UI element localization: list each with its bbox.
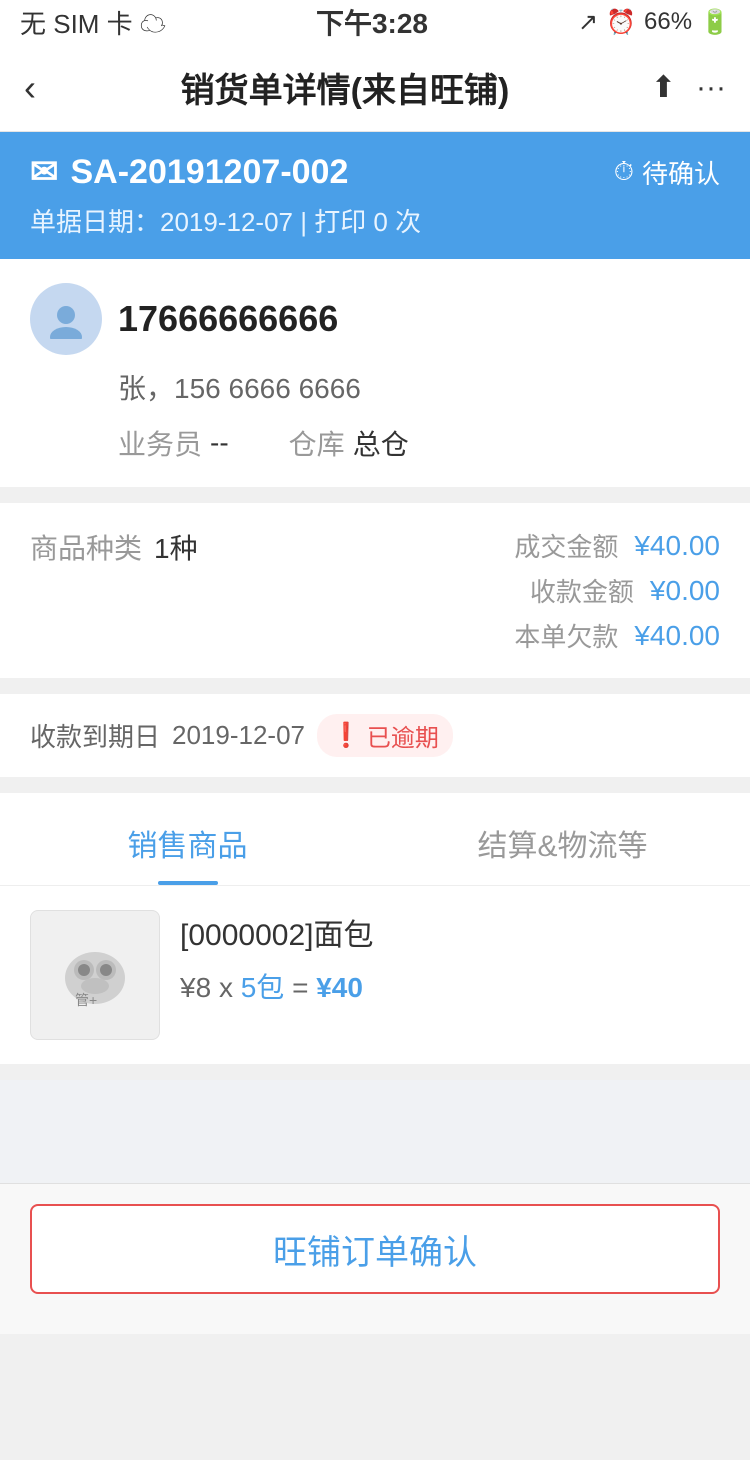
battery-icon: 🔋 [700, 8, 730, 37]
location-icon: ↗ [578, 8, 598, 37]
order-id-text: SA-20191207-002 [71, 153, 349, 192]
multiply-sign: x [219, 972, 233, 1003]
customer-section: 17666666666 张，156 6666 6666 业务员 -- 仓库 总仓 [0, 259, 750, 487]
svg-text:管+: 管+ [75, 992, 97, 1008]
back-button[interactable]: ‹ [24, 67, 84, 109]
amount-value-1: ¥0.00 [650, 575, 720, 607]
sales-value: -- [210, 427, 229, 459]
amount-label-1: 收款金额 [530, 572, 634, 609]
sales-label: 业务员 [118, 423, 202, 463]
overdue-icon: ❗ [331, 721, 361, 750]
product-thumbnail: 管+ [30, 910, 160, 1040]
more-icon[interactable]: ··· [696, 71, 726, 105]
nav-actions: ⬆ ··· [606, 70, 726, 105]
battery-level: 66% [644, 8, 692, 36]
amount-label-2: 本单欠款 [514, 617, 618, 654]
overdue-badge: ❗ 已逾期 [317, 714, 453, 757]
tab-settlement-label: 结算&物流等 [477, 830, 647, 863]
status-bar: 无 SIM 卡 ☁ 下午3:28 ↗ ⏰ 66% 🔋 [0, 0, 750, 44]
status-right: ↗ ⏰ 66% 🔋 [578, 8, 730, 37]
confirm-button-label: 旺铺订单确认 [273, 1225, 477, 1274]
warehouse-label: 仓库 [289, 423, 345, 463]
bottom-area: 旺铺订单确认 [0, 1183, 750, 1334]
export-icon[interactable]: ⬆ [651, 70, 676, 105]
tabs-section: 销售商品 结算&物流等 [0, 793, 750, 886]
order-banner: ✉ SA-20191207-002 ⏱ 待确认 单据日期：2019-12-07 … [0, 132, 750, 259]
warehouse-meta: 仓库 总仓 [289, 423, 409, 463]
qty-value: 5包 [241, 972, 285, 1003]
status-time: 下午3:28 [316, 2, 428, 42]
amount-value-2: ¥40.00 [634, 620, 720, 652]
customer-phone: 17666666666 [118, 298, 338, 340]
confirm-button[interactable]: 旺铺订单确认 [30, 1204, 720, 1294]
tab-products-label: 销售商品 [128, 830, 248, 863]
amount-row-2: 本单欠款 ¥40.00 [514, 617, 720, 654]
summary-left: 商品种类 1种 [30, 527, 198, 567]
order-id: ✉ SA-20191207-002 [30, 152, 348, 192]
amount-value-0: ¥40.00 [634, 530, 720, 562]
customer-meta: 业务员 -- 仓库 总仓 [118, 423, 720, 463]
overdue-text: 已逾期 [367, 718, 439, 753]
customer-name: 张，156 6666 6666 [118, 367, 720, 407]
type-label: 商品种类 [30, 527, 142, 567]
tab-settlement[interactable]: 结算&物流等 [375, 793, 750, 885]
product-info: [0000002]面包 ¥8 x 5包 = ¥40 [180, 910, 720, 1006]
warehouse-value: 总仓 [353, 423, 409, 463]
status-left: 无 SIM 卡 ☁ [20, 4, 166, 41]
due-section: 收款到期日 2019-12-07 ❗ 已逾期 [0, 694, 750, 777]
type-value: 1种 [154, 527, 198, 567]
price-unit: ¥8 [180, 972, 211, 1003]
order-banner-top: ✉ SA-20191207-002 ⏱ 待确认 [30, 152, 720, 192]
total-value: ¥40 [316, 972, 363, 1003]
order-status-text: 待确认 [642, 154, 720, 191]
amount-row-1: 收款金额 ¥0.00 [514, 572, 720, 609]
sim-status: 无 SIM 卡 ☁ [20, 4, 166, 41]
product-section: 管+ [0000002]面包 ¥8 x 5包 = ¥40 [0, 886, 750, 1064]
page-title: 销货单详情(来自旺铺) [84, 63, 606, 112]
order-date: 单据日期：2019-12-07 | 打印 0 次 [30, 202, 720, 239]
amount-label-0: 成交金额 [514, 527, 618, 564]
status-clock-icon: ⏱ [614, 156, 634, 188]
product-price: ¥8 x 5包 = ¥40 [180, 966, 720, 1006]
sales-meta: 业务员 -- [118, 423, 229, 463]
nav-bar: ‹ 销货单详情(来自旺铺) ⬆ ··· [0, 44, 750, 132]
summary-right: 成交金额 ¥40.00 收款金额 ¥0.00 本单欠款 ¥40.00 [514, 527, 720, 654]
due-date: 2019-12-07 [172, 720, 305, 751]
amount-row-0: 成交金额 ¥40.00 [514, 527, 720, 564]
order-status: ⏱ 待确认 [614, 154, 720, 191]
order-icon: ✉ [30, 152, 59, 192]
equals-sign: = [292, 972, 308, 1003]
summary-section: 商品种类 1种 成交金额 ¥40.00 收款金额 ¥0.00 本单欠款 ¥40.… [0, 503, 750, 678]
product-name: [0000002]面包 [180, 910, 720, 954]
due-label: 收款到期日 [30, 717, 160, 754]
alarm-icon: ⏰ [606, 8, 636, 37]
avatar [30, 283, 102, 355]
customer-top: 17666666666 [30, 283, 720, 355]
tab-products[interactable]: 销售商品 [0, 793, 375, 885]
